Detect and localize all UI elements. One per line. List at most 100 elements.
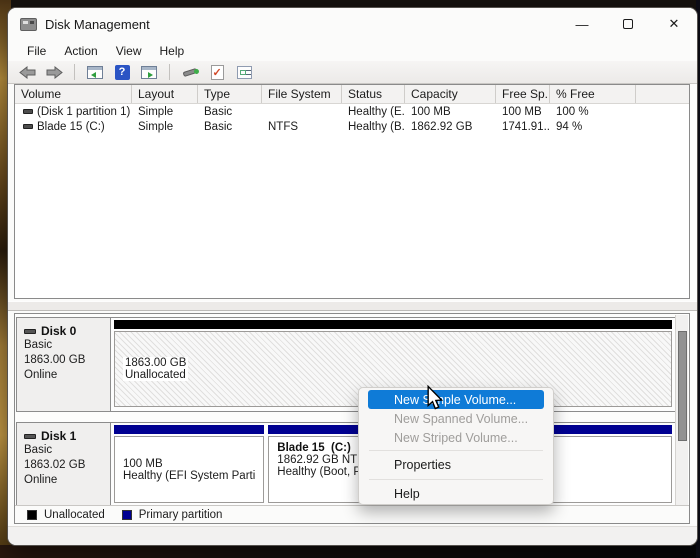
- menu-item-new-spanned-volume: New Spanned Volume...: [359, 409, 553, 428]
- disk-status: Online: [24, 368, 106, 383]
- column-header-type[interactable]: Type: [198, 85, 262, 103]
- vertical-scrollbar[interactable]: [675, 315, 688, 506]
- volume-capacity: 100 MB: [405, 106, 496, 118]
- scrollbar-thumb[interactable]: [678, 331, 687, 441]
- close-button[interactable]: ✕: [651, 8, 697, 40]
- legend-label: Primary partition: [139, 509, 223, 521]
- legend-label: Unallocated: [44, 509, 105, 521]
- menu-view[interactable]: View: [107, 42, 151, 60]
- back-icon: [19, 66, 36, 79]
- volume-layout: Simple: [132, 121, 198, 133]
- checklist-icon: [211, 65, 224, 80]
- column-header-volume[interactable]: Volume: [15, 85, 132, 103]
- maximize-button[interactable]: [605, 8, 651, 40]
- volume-icon: [23, 124, 33, 129]
- volume-capacity: 1862.92 GB: [405, 121, 496, 133]
- menu-help[interactable]: Help: [151, 42, 194, 60]
- checklist-button[interactable]: [206, 63, 228, 82]
- partition-size: 1863.00 GB: [125, 357, 186, 369]
- volume-name: Blade 15 (C:): [37, 121, 105, 133]
- partition-color-strip: [114, 425, 264, 434]
- partition-efi[interactable]: 100 MB Healthy (EFI System Parti: [114, 425, 264, 505]
- disk-1-header[interactable]: Disk 1 Basic 1863.02 GB Online: [17, 423, 111, 507]
- desktop-wallpaper-bottom: [0, 545, 700, 558]
- menu-item-help[interactable]: Help: [359, 483, 553, 505]
- table-row[interactable]: (Disk 1 partition 1) Simple Basic Health…: [15, 104, 689, 119]
- menu-separator: [369, 479, 543, 480]
- disk-management-icon: [20, 18, 37, 31]
- toolbar: ?: [8, 61, 697, 84]
- disk-1-row: Disk 1 Basic 1863.02 GB Online 100 MB He…: [16, 422, 676, 508]
- partition-size: 100 MB: [123, 458, 255, 470]
- disk-icon: [24, 434, 36, 439]
- volume-name: (Disk 1 partition 1): [37, 106, 130, 118]
- volume-pct-free: 100 %: [550, 106, 636, 118]
- forward-icon: [46, 66, 63, 79]
- action-pane-button[interactable]: [138, 63, 160, 82]
- partition-status: Healthy (EFI System Parti: [123, 470, 255, 482]
- partition-color-strip: [114, 320, 672, 329]
- minimize-button[interactable]: —: [559, 8, 605, 40]
- console-tree-icon: [87, 66, 103, 79]
- column-header-blank: [636, 85, 689, 103]
- menu-item-new-striped-volume: New Striped Volume...: [359, 428, 553, 447]
- volume-type: Basic: [198, 121, 262, 133]
- volume-free-space: 1741.91...: [496, 121, 550, 133]
- console-tree-button[interactable]: [84, 63, 106, 82]
- legend-bar: Unallocated Primary partition: [15, 505, 689, 523]
- menu-bar: File Action View Help: [8, 40, 697, 61]
- menu-action[interactable]: Action: [55, 42, 106, 60]
- pane-splitter[interactable]: [8, 301, 697, 311]
- volume-layout: Simple: [132, 106, 198, 118]
- forward-button[interactable]: [43, 63, 65, 82]
- maximize-icon: [623, 19, 633, 29]
- menu-separator: [369, 450, 543, 451]
- volume-list-header: Volume Layout Type File System Status Ca…: [15, 85, 689, 104]
- disk-0-header[interactable]: Disk 0 Basic 1863.00 GB Online: [17, 318, 111, 411]
- disk-name: Disk 1: [41, 429, 76, 443]
- volume-pct-free: 94 %: [550, 121, 636, 133]
- volume-icon: [23, 109, 33, 114]
- volume-type: Basic: [198, 106, 262, 118]
- wand-button[interactable]: [179, 63, 201, 82]
- disk-0-row: Disk 0 Basic 1863.00 GB Online 1863.00 G…: [16, 317, 676, 412]
- column-header-layout[interactable]: Layout: [132, 85, 198, 103]
- window-title: Disk Management: [45, 17, 150, 32]
- disk-management-window: Disk Management — ✕ File Action View Hel…: [8, 8, 697, 545]
- column-header-capacity[interactable]: Capacity: [405, 85, 496, 103]
- column-header-free-space[interactable]: Free Sp...: [496, 85, 550, 103]
- volume-status: Healthy (E...: [342, 106, 405, 118]
- disk-status: Online: [24, 473, 106, 488]
- volume-file-system: NTFS: [262, 121, 342, 133]
- partition-status: Unallocated: [125, 369, 186, 381]
- disk-size: 1863.00 GB: [24, 353, 106, 368]
- disk-name: Disk 0: [41, 324, 76, 338]
- column-header-pct-free[interactable]: % Free: [550, 85, 636, 103]
- menu-item-properties[interactable]: Properties: [359, 454, 553, 476]
- graphical-view-pane: Disk 0 Basic 1863.00 GB Online 1863.00 G…: [14, 313, 690, 524]
- title-bar: Disk Management — ✕: [8, 8, 697, 40]
- volume-free-space: 100 MB: [496, 106, 550, 118]
- toolbar-separator: [74, 64, 75, 80]
- properties-icon: [237, 66, 252, 79]
- back-button[interactable]: [16, 63, 38, 82]
- column-header-file-system[interactable]: File System: [262, 85, 342, 103]
- status-strip: [8, 526, 697, 545]
- disk-icon: [24, 329, 36, 334]
- disk-type: Basic: [24, 443, 106, 458]
- properties-button[interactable]: [233, 63, 255, 82]
- column-header-status[interactable]: Status: [342, 85, 405, 103]
- wand-icon: [183, 67, 198, 76]
- legend-swatch-unallocated: [27, 510, 37, 520]
- mouse-cursor: [426, 385, 444, 416]
- disk-size: 1863.02 GB: [24, 458, 106, 473]
- table-row[interactable]: Blade 15 (C:) Simple Basic NTFS Healthy …: [15, 119, 689, 134]
- menu-file[interactable]: File: [18, 42, 55, 60]
- help-icon: ?: [115, 65, 130, 80]
- menu-item-new-simple-volume[interactable]: New Simple Volume...: [368, 390, 544, 409]
- toolbar-separator: [169, 64, 170, 80]
- disk-type: Basic: [24, 338, 106, 353]
- legend-swatch-primary: [122, 510, 132, 520]
- action-pane-icon: [141, 66, 157, 79]
- help-button[interactable]: ?: [111, 63, 133, 82]
